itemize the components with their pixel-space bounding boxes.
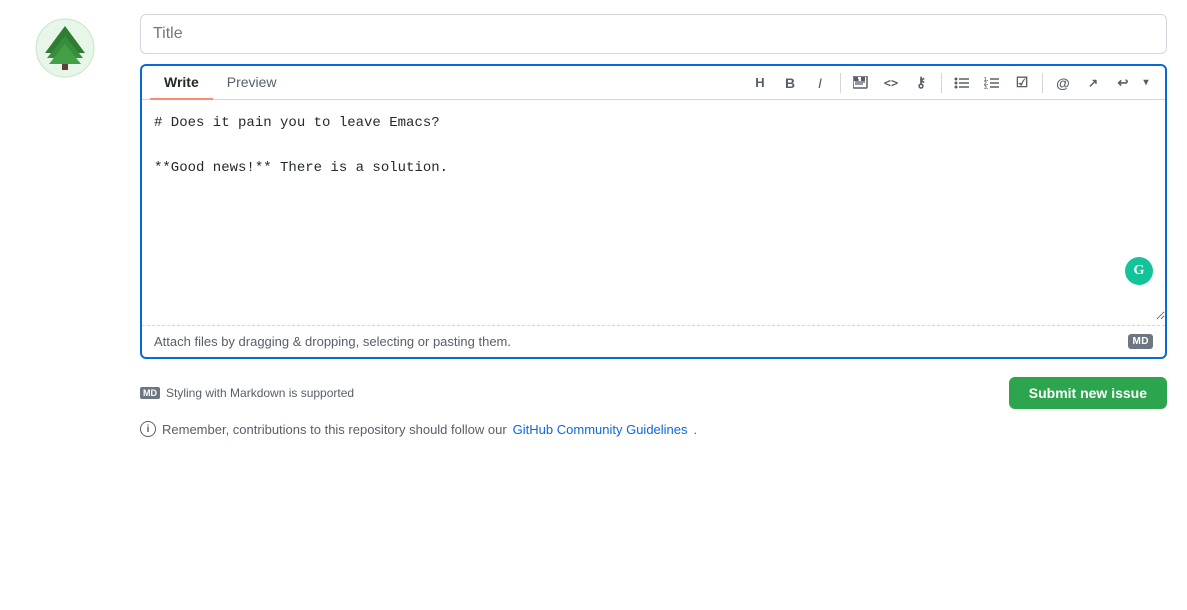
footer-row: MD Styling with Markdown is supported Su… [140,377,1167,409]
editor-container: Write Preview H B I <> ⚷ [140,64,1167,359]
undo-dropdown-button[interactable]: ▾ [1139,69,1153,97]
markdown-info: MD Styling with Markdown is supported [140,386,354,400]
undo-button[interactable]: ↩ [1109,69,1137,97]
editor-textarea[interactable]: # Does it pain you to leave Emacs? **Goo… [142,100,1165,320]
toolbar-divider-1 [840,73,841,93]
toolbar-divider-3 [1042,73,1043,93]
tab-write[interactable]: Write [150,66,213,100]
code-button[interactable]: <> [877,69,905,97]
editor-body: # Does it pain you to leave Emacs? **Goo… [142,100,1165,325]
crossref-button[interactable]: ↗ [1079,69,1107,97]
bullet-list-button[interactable] [948,69,976,97]
editor-tabs: Write Preview H B I <> ⚷ [142,66,1165,100]
bold-button[interactable]: B [776,69,804,97]
sidebar [0,0,130,610]
markdown-badge-footer: MD [140,387,160,399]
submit-button[interactable]: Submit new issue [1009,377,1167,409]
mention-button[interactable]: @ [1049,69,1077,97]
quote-button[interactable] [847,69,875,97]
page-container: Write Preview H B I <> ⚷ [0,0,1187,610]
heading-button[interactable]: H [746,69,774,97]
guidelines-text-before: Remember, contributions to this reposito… [162,422,507,437]
attach-text: Attach files by dragging & dropping, sel… [154,334,511,349]
attach-area: Attach files by dragging & dropping, sel… [142,325,1165,357]
numbered-list-button[interactable]: 1.2.3. [978,69,1006,97]
toolbar: H B I <> ⚷ 1.2.3. ☑ [742,67,1157,99]
svg-text:3.: 3. [984,85,989,90]
grammarly-badge: G [1125,257,1153,285]
link-button[interactable]: ⚷ [907,69,935,97]
toolbar-divider-2 [941,73,942,93]
logo [35,18,95,83]
guidelines-link[interactable]: GitHub Community Guidelines [513,422,688,437]
task-list-button[interactable]: ☑ [1008,69,1036,97]
grammarly-icon: G [1134,263,1145,279]
title-input[interactable] [140,14,1167,54]
main-content: Write Preview H B I <> ⚷ [130,0,1187,610]
info-icon: i [140,421,156,437]
italic-button[interactable]: I [806,69,834,97]
markdown-badge-attach: MD [1128,334,1153,349]
markdown-label: Styling with Markdown is supported [166,386,354,400]
guidelines-text-after: . [694,422,698,437]
guidelines-row: i Remember, contributions to this reposi… [140,421,1167,437]
tab-preview[interactable]: Preview [213,66,291,100]
